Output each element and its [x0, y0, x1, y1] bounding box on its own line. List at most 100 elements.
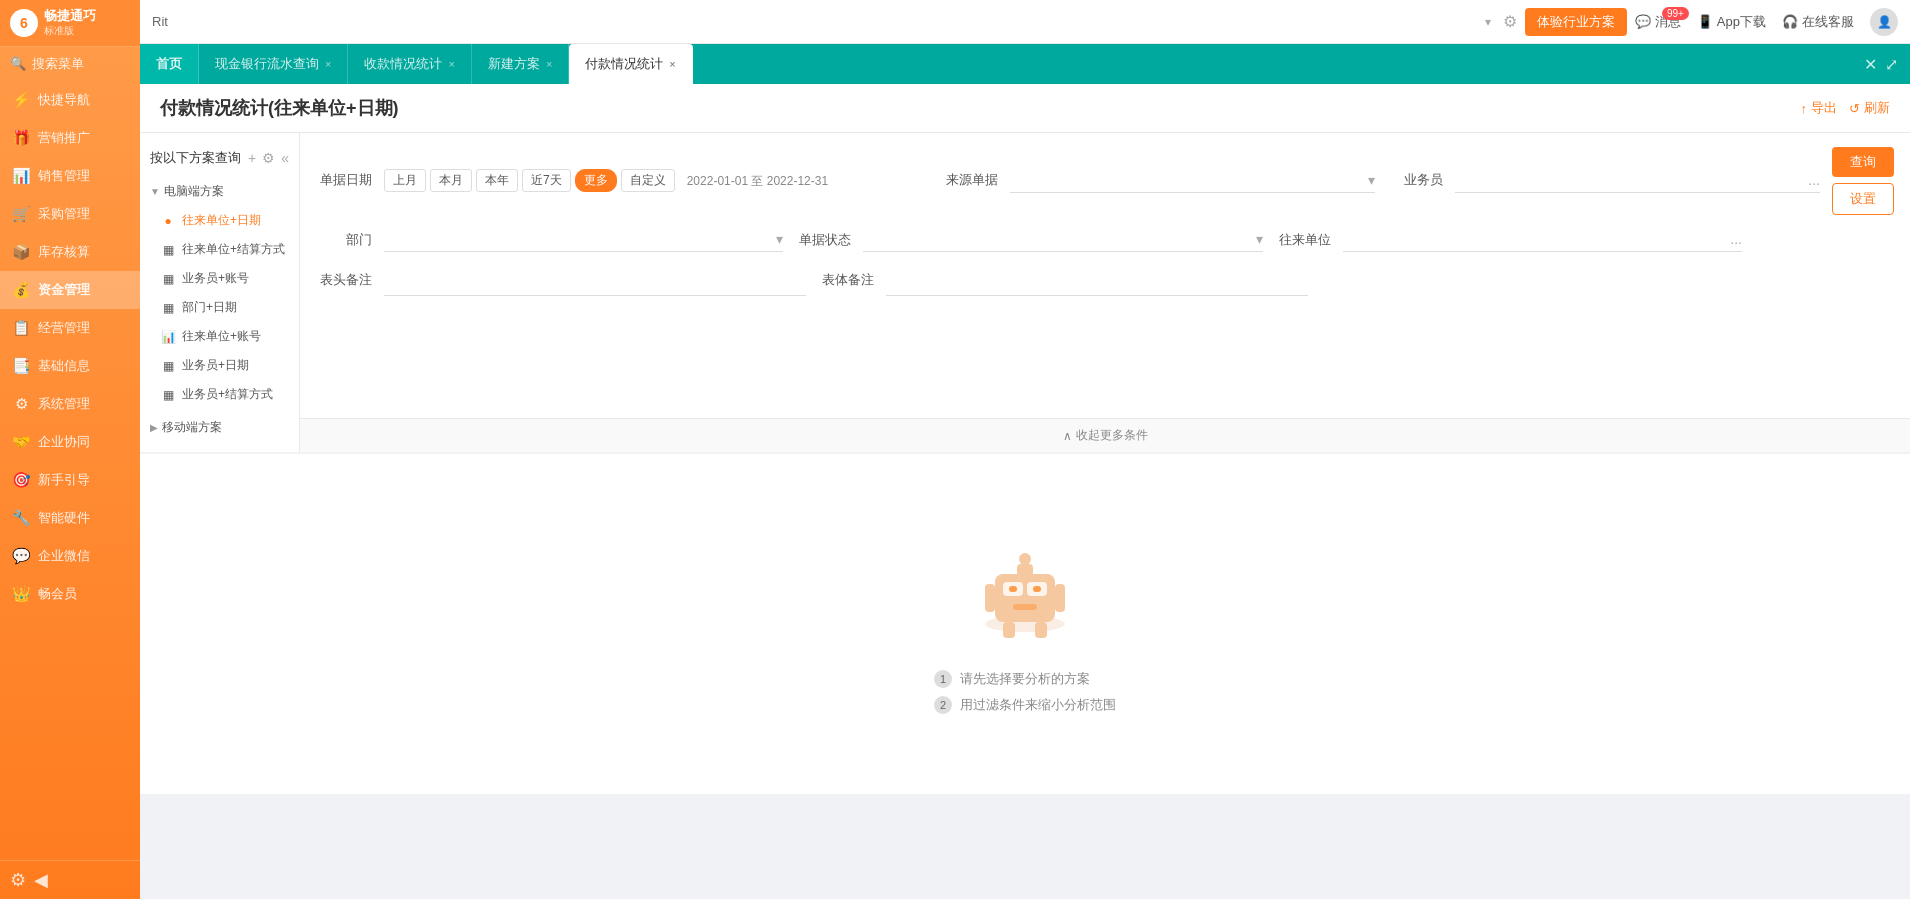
- scheme-add-btn[interactable]: +: [248, 150, 256, 166]
- sidebar-item-hardware[interactable]: 🔧 智能硬件: [0, 499, 140, 537]
- company-dropdown-icon[interactable]: ▾: [1485, 15, 1491, 29]
- scheme-settings-btn[interactable]: ⚙: [262, 150, 275, 166]
- collapse-more-btn[interactable]: ∧ 收起更多条件: [300, 418, 1910, 452]
- sidebar-item-system[interactable]: ⚙ 系统管理: [0, 385, 140, 423]
- sidebar-item-member[interactable]: 👑 畅会员: [0, 575, 140, 613]
- tab-new-scheme[interactable]: 新建方案 ×: [472, 44, 569, 84]
- salesman-dots[interactable]: ...: [1808, 172, 1820, 188]
- scheme-item-salesman-account-icon: ▦: [160, 271, 176, 287]
- scheme-item-unit-account[interactable]: 📊 往来单位+账号: [144, 322, 299, 351]
- sidebar-item-wechat[interactable]: 💬 企业微信: [0, 537, 140, 575]
- scheme-item-dept-date[interactable]: ▦ 部门+日期: [144, 293, 299, 322]
- scheme-item-salesman-payment[interactable]: ▦ 业务员+结算方式: [144, 380, 299, 409]
- messages-btn[interactable]: 💬 消息 99+: [1635, 13, 1681, 31]
- sidebar-item-marketing[interactable]: 🎁 营销推广: [0, 119, 140, 157]
- desktop-scheme-group-title[interactable]: ▼ 电脑端方案: [140, 177, 299, 206]
- sidebar-item-basic[interactable]: 📑 基础信息: [0, 347, 140, 385]
- query-btn[interactable]: 查询: [1832, 147, 1894, 177]
- member-icon: 👑: [12, 585, 30, 603]
- sidebar-item-quick-nav[interactable]: ⚡ 快捷导航: [0, 81, 140, 119]
- mobile-scheme-group-title[interactable]: ▶ 移动端方案: [140, 413, 299, 442]
- sidebar-item-inventory[interactable]: 📦 库存核算: [0, 233, 140, 271]
- sidebar-item-operation[interactable]: 📋 经营管理: [0, 309, 140, 347]
- tab-new-scheme-close[interactable]: ×: [546, 58, 552, 70]
- salesman-select-wrap: ...: [1455, 168, 1820, 193]
- collapse-arrow-icon: ∧: [1063, 429, 1072, 443]
- user-avatar[interactable]: 👤: [1870, 8, 1898, 36]
- dept-dropdown-icon[interactable]: ▾: [776, 231, 783, 247]
- scheme-item-unit-payment-icon: ▦: [160, 242, 176, 258]
- sidebar-collapse-btn[interactable]: ◀: [34, 869, 48, 891]
- sidebar-item-newbie[interactable]: 🎯 新手引导: [0, 461, 140, 499]
- date-btn-7days[interactable]: 近7天: [522, 169, 571, 192]
- tabbar-right: ✕ ⤢: [1864, 55, 1910, 74]
- sidebar-item-sales[interactable]: 📊 销售管理: [0, 157, 140, 195]
- scheme-panel-header: 按以下方案查询 + ⚙ «: [140, 143, 299, 173]
- svg-rect-1: [995, 574, 1055, 622]
- logo-title: 畅捷通巧: [44, 8, 96, 24]
- search-label: 搜索菜单: [32, 55, 84, 73]
- salesman-label: 业务员: [1387, 171, 1443, 189]
- scheme-item-unit-date[interactable]: ● 往来单位+日期: [144, 206, 299, 235]
- date-btn-last-month[interactable]: 上月: [384, 169, 426, 192]
- online-service-btn[interactable]: 🎧 在线客服: [1782, 13, 1854, 31]
- scheme-item-salesman-date[interactable]: ▦ 业务员+日期: [144, 351, 299, 380]
- sidebar-settings-btn[interactable]: ⚙: [10, 869, 26, 891]
- date-btn-this-year[interactable]: 本年: [476, 169, 518, 192]
- filter-row-3: 表头备注 表体备注: [316, 264, 1894, 296]
- topbar-gear-icon[interactable]: ⚙: [1503, 12, 1517, 31]
- scheme-item-salesman-account[interactable]: ▦ 业务员+账号: [144, 264, 299, 293]
- tab-bank-flow-close[interactable]: ×: [325, 58, 331, 70]
- sidebar-item-capital[interactable]: 💰 资金管理: [0, 271, 140, 309]
- doc-status-dropdown-icon[interactable]: ▾: [1256, 231, 1263, 247]
- table-header-notes-wrap: [384, 264, 806, 296]
- trial-btn[interactable]: 体验行业方案: [1525, 8, 1627, 36]
- tab-payment-stats[interactable]: 付款情况统计 ×: [569, 44, 692, 84]
- sidebar-item-purchase[interactable]: 🛒 采购管理: [0, 195, 140, 233]
- table-header-notes-input[interactable]: [384, 268, 806, 291]
- date-btn-this-month[interactable]: 本月: [430, 169, 472, 192]
- scheme-item-salesman-date-icon: ▦: [160, 358, 176, 374]
- desktop-scheme-group: ▼ 电脑端方案 ● 往来单位+日期 ▦ 往来单位+结算方式 ▦: [140, 177, 299, 409]
- app-download-btn[interactable]: 📱 App下载: [1697, 13, 1766, 31]
- main-area: Rit ▾ ⚙ 体验行业方案 💬 消息 99+ 📱 App下载 🎧 在线客服 👤…: [140, 0, 1910, 899]
- topbar-right: 💬 消息 99+ 📱 App下载 🎧 在线客服 👤: [1635, 8, 1898, 36]
- sidebar-logo: 6 畅捷通巧 标准版: [0, 0, 140, 47]
- date-buttons: 上月 本月 本年 近7天 更多 自定义: [384, 169, 675, 192]
- dept-label: 部门: [316, 231, 372, 249]
- desktop-scheme-items: ● 往来单位+日期 ▦ 往来单位+结算方式 ▦ 业务员+账号 ▦: [140, 206, 299, 409]
- scheme-item-unit-payment[interactable]: ▦ 往来单位+结算方式: [144, 235, 299, 264]
- related-unit-dots[interactable]: ...: [1730, 231, 1742, 247]
- refresh-btn[interactable]: ↺ 刷新: [1849, 99, 1890, 117]
- tab-bank-flow[interactable]: 现金银行流水查询 ×: [199, 44, 348, 84]
- basic-label: 基础信息: [38, 357, 90, 375]
- tab-income-stats[interactable]: 收款情况统计 ×: [348, 44, 471, 84]
- filter-actions: 查询 设置: [1832, 145, 1894, 215]
- date-label: 单据日期: [316, 171, 372, 189]
- basic-icon: 📑: [12, 357, 30, 375]
- scheme-collapse-btn[interactable]: «: [281, 150, 289, 166]
- source-dropdown-icon[interactable]: ▾: [1368, 172, 1375, 188]
- mobile-group-label: 移动端方案: [162, 419, 222, 436]
- tab-home[interactable]: 首页: [140, 44, 199, 84]
- settings-btn[interactable]: 设置: [1832, 183, 1894, 215]
- table-body-notes-input[interactable]: [886, 268, 1308, 291]
- system-icon: ⚙: [12, 395, 30, 413]
- purchase-label: 采购管理: [38, 205, 90, 223]
- scheme-item-dept-date-label: 部门+日期: [182, 299, 237, 316]
- date-btn-custom[interactable]: 自定义: [621, 169, 675, 192]
- capital-icon: 💰: [12, 281, 30, 299]
- tab-payment-stats-close[interactable]: ×: [669, 58, 675, 70]
- date-btn-more[interactable]: 更多: [575, 169, 617, 192]
- hint-1-text: 请先选择要分析的方案: [960, 670, 1090, 688]
- tab-income-stats-close[interactable]: ×: [448, 58, 454, 70]
- search-menu[interactable]: 🔍 搜索菜单: [0, 47, 140, 81]
- tab-expand-icon[interactable]: ⤢: [1885, 55, 1898, 74]
- page-content: 付款情况统计(往来单位+日期) ↑ 导出 ↺ 刷新 按以下方案查询 +: [140, 84, 1910, 899]
- source-label: 来源单据: [942, 171, 998, 189]
- svg-rect-12: [1035, 622, 1047, 638]
- export-btn[interactable]: ↑ 导出: [1801, 99, 1838, 117]
- sidebar-item-enterprise[interactable]: 🤝 企业协同: [0, 423, 140, 461]
- logo-icon: 6: [10, 9, 38, 37]
- tab-close-all-icon[interactable]: ✕: [1864, 55, 1877, 74]
